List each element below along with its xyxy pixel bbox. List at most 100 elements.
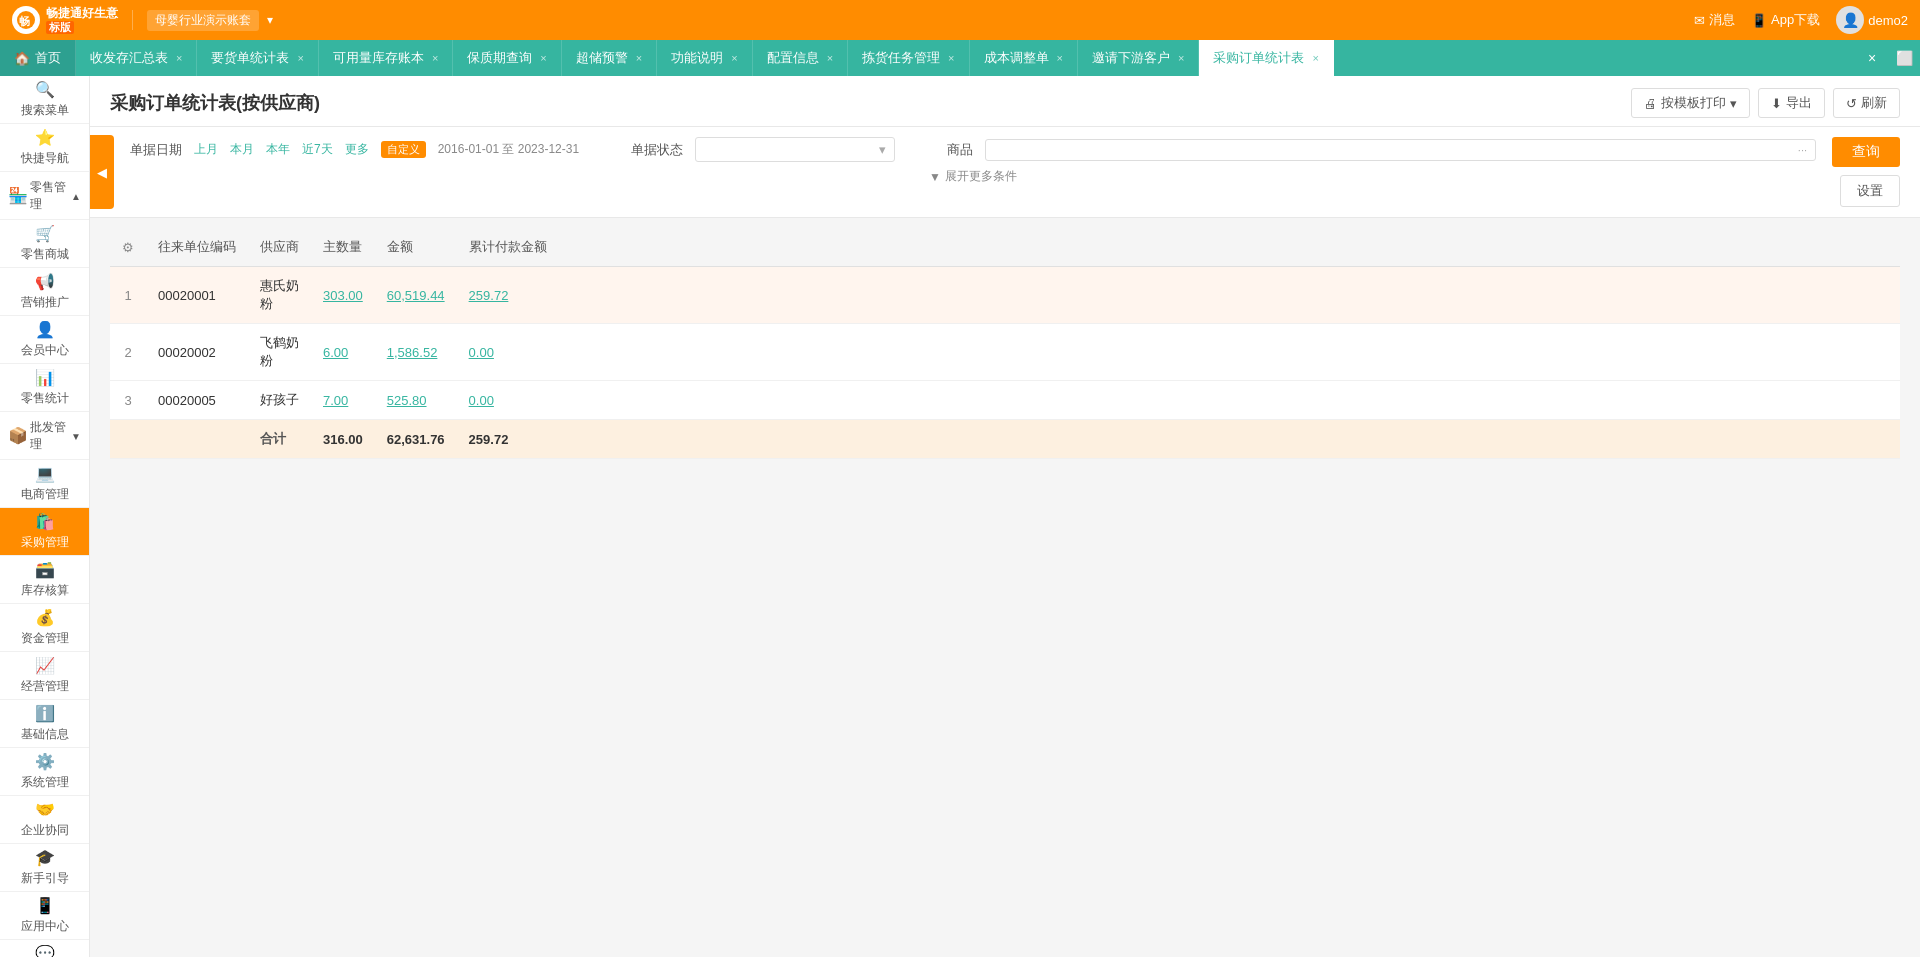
row-paid-amount[interactable]: 0.00 <box>457 324 559 381</box>
close-icon[interactable]: × <box>1178 52 1184 64</box>
sidebar-item-wholesale[interactable]: 📦 批发管理 ▼ <box>0 412 89 460</box>
query-button[interactable]: 查询 <box>1832 137 1900 167</box>
sidebar-item-operations[interactable]: 📈 经营管理 <box>0 652 89 700</box>
sidebar-item-inventory[interactable]: 🗃️ 库存核算 <box>0 556 89 604</box>
industry-dropdown-icon[interactable]: ▾ <box>267 13 273 27</box>
export-button[interactable]: ⬇ 导出 <box>1758 88 1825 118</box>
close-icon[interactable]: × <box>540 52 546 64</box>
print-dropdown-icon[interactable]: ▾ <box>1730 96 1737 111</box>
row-supplier: 惠氏奶粉 <box>248 267 311 324</box>
restore-window-btn[interactable]: ⬜ <box>1888 40 1920 76</box>
row-paid-amount[interactable]: 0.00 <box>457 381 559 420</box>
search-icon: 🔍 <box>35 80 55 99</box>
tab-func-desc[interactable]: 功能说明 × <box>657 40 752 76</box>
sidebar-item-marketing[interactable]: 📢 营销推广 <box>0 268 89 316</box>
sidebar-item-enterprise-wechat[interactable]: 💬 企业微信 <box>0 940 89 957</box>
shortcut-last-month[interactable]: 上月 <box>194 141 218 158</box>
sidebar-item-purchase[interactable]: 🛍️ 采购管理 <box>0 508 89 556</box>
sidebar-item-retail[interactable]: 🏪 零售管理 ▲ <box>0 172 89 220</box>
sidebar: 🔍 搜索菜单 ⭐ 快捷导航 🏪 零售管理 ▲ 🛒 零售商城 📢 营销推广 👤 会… <box>0 76 90 957</box>
shortcut-last-7days[interactable]: 近7天 <box>302 141 333 158</box>
filter-section: ◀ 单据日期 上月 本月 本年 近7天 更多 自定义 2016-01-01 至 … <box>90 127 1920 218</box>
tab-home[interactable]: 🏠 首页 <box>0 40 76 76</box>
row-amount[interactable]: 60,519.44 <box>375 267 457 324</box>
close-icon[interactable]: × <box>827 52 833 64</box>
tab-available-stock[interactable]: 可用量库存账本 × <box>319 40 453 76</box>
filter-actions: 查询 设置 <box>1832 127 1920 217</box>
sidebar-item-member[interactable]: 👤 会员中心 <box>0 316 89 364</box>
goods-label: 商品 <box>947 141 973 159</box>
shortcut-this-month[interactable]: 本月 <box>230 141 254 158</box>
tab-purchase-stats[interactable]: 采购订单统计表 × <box>1199 40 1333 76</box>
close-window-btn[interactable]: × <box>1856 40 1888 76</box>
refresh-button[interactable]: ↺ 刷新 <box>1833 88 1900 118</box>
sidebar-item-app-center[interactable]: 📱 应用中心 <box>0 892 89 940</box>
page-title: 采购订单统计表(按供应商) <box>110 91 320 115</box>
tab-invite-downstream[interactable]: 邀请下游客户 × <box>1078 40 1199 76</box>
row-quantity[interactable]: 6.00 <box>311 324 375 381</box>
row-paid-amount[interactable]: 259.72 <box>457 267 559 324</box>
row-quantity[interactable]: 303.00 <box>311 267 375 324</box>
sidebar-item-quick-nav[interactable]: ⭐ 快捷导航 <box>0 124 89 172</box>
app-download-btn[interactable]: 📱 App下载 <box>1751 11 1820 29</box>
close-icon[interactable]: × <box>731 52 737 64</box>
sidebar-item-retail-mall[interactable]: 🛒 零售商城 <box>0 220 89 268</box>
filter-main: 单据日期 上月 本月 本年 近7天 更多 自定义 2016-01-01 至 20… <box>114 127 1832 217</box>
settings-button[interactable]: 设置 <box>1840 175 1900 207</box>
row-extra <box>559 267 1900 324</box>
sidebar-item-system[interactable]: ⚙️ 系统管理 <box>0 748 89 796</box>
tab-validity[interactable]: 保质期查询 × <box>453 40 561 76</box>
expand-more-btn[interactable]: ▼ 展开更多条件 <box>929 168 1017 185</box>
shortcut-more[interactable]: 更多 <box>345 141 369 158</box>
close-icon[interactable]: × <box>1057 52 1063 64</box>
close-icon[interactable]: × <box>1312 52 1318 64</box>
sidebar-item-ecommerce[interactable]: 💻 电商管理 <box>0 460 89 508</box>
close-icon[interactable]: × <box>297 52 303 64</box>
col-supplier: 供应商 <box>248 228 311 267</box>
close-icon[interactable]: × <box>176 52 182 64</box>
table-settings-icon[interactable]: ⚙ <box>122 240 134 255</box>
tab-cost-adjust[interactable]: 成本调整单 × <box>970 40 1078 76</box>
sidebar-item-search[interactable]: 🔍 搜索菜单 <box>0 76 89 124</box>
sidebar-item-enterprise-coop[interactable]: 🤝 企业协同 <box>0 796 89 844</box>
tab-receive-send[interactable]: 收发存汇总表 × <box>76 40 197 76</box>
tab-config-info[interactable]: 配置信息 × <box>753 40 848 76</box>
goods-more-icon[interactable]: ··· <box>1798 144 1807 156</box>
logo-icon: 畅 <box>12 6 40 34</box>
sidebar-item-retail-stats[interactable]: 📊 零售统计 <box>0 364 89 412</box>
status-select-arrow: ▾ <box>879 142 886 157</box>
filter-collapse-btn[interactable]: ◀ <box>90 135 114 209</box>
expand-more-row: ▼ 展开更多条件 <box>130 168 1816 185</box>
industry-selector[interactable]: 母婴行业演示账套 <box>147 10 259 31</box>
status-select[interactable]: ▾ <box>695 137 895 162</box>
row-amount[interactable]: 525.80 <box>375 381 457 420</box>
main-layout: 🔍 搜索菜单 ⭐ 快捷导航 🏪 零售管理 ▲ 🛒 零售商城 📢 营销推广 👤 会… <box>0 76 1920 957</box>
col-paid-amount: 累计付款金额 <box>457 228 559 267</box>
print-icon: 🖨 <box>1644 96 1657 111</box>
print-button[interactable]: 🖨 按模板打印 ▾ <box>1631 88 1750 118</box>
col-code: 往来单位编码 <box>146 228 248 267</box>
tab-goods-stats[interactable]: 要货单统计表 × <box>197 40 318 76</box>
row-code: 00020002 <box>146 324 248 381</box>
col-settings[interactable]: ⚙ <box>110 228 146 267</box>
table-row: 3 00020005 好孩子 7.00 525.80 0.00 <box>110 381 1900 420</box>
goods-input[interactable]: ··· <box>985 139 1816 161</box>
quick-nav-icon: ⭐ <box>35 128 55 147</box>
page-header: 采购订单统计表(按供应商) 🖨 按模板打印 ▾ ⬇ 导出 ↺ 刷新 <box>90 76 1920 127</box>
row-code: 00020001 <box>146 267 248 324</box>
app-download-icon: 📱 <box>1751 13 1767 28</box>
sidebar-item-new-guide[interactable]: 🎓 新手引导 <box>0 844 89 892</box>
tab-overstock[interactable]: 超储预警 × <box>562 40 657 76</box>
sidebar-item-basic-info[interactable]: ℹ️ 基础信息 <box>0 700 89 748</box>
close-icon[interactable]: × <box>948 52 954 64</box>
row-amount[interactable]: 1,586.52 <box>375 324 457 381</box>
shortcut-this-year[interactable]: 本年 <box>266 141 290 158</box>
sidebar-item-finance[interactable]: 💰 资金管理 <box>0 604 89 652</box>
message-btn[interactable]: ✉ 消息 <box>1694 11 1735 29</box>
close-icon[interactable]: × <box>636 52 642 64</box>
logo-area: 畅 畅捷通好生意 标版 <box>12 6 118 35</box>
row-quantity[interactable]: 7.00 <box>311 381 375 420</box>
tab-pick-task[interactable]: 拣货任务管理 × <box>848 40 969 76</box>
user-menu[interactable]: 👤 demo2 <box>1836 6 1908 34</box>
close-icon[interactable]: × <box>432 52 438 64</box>
